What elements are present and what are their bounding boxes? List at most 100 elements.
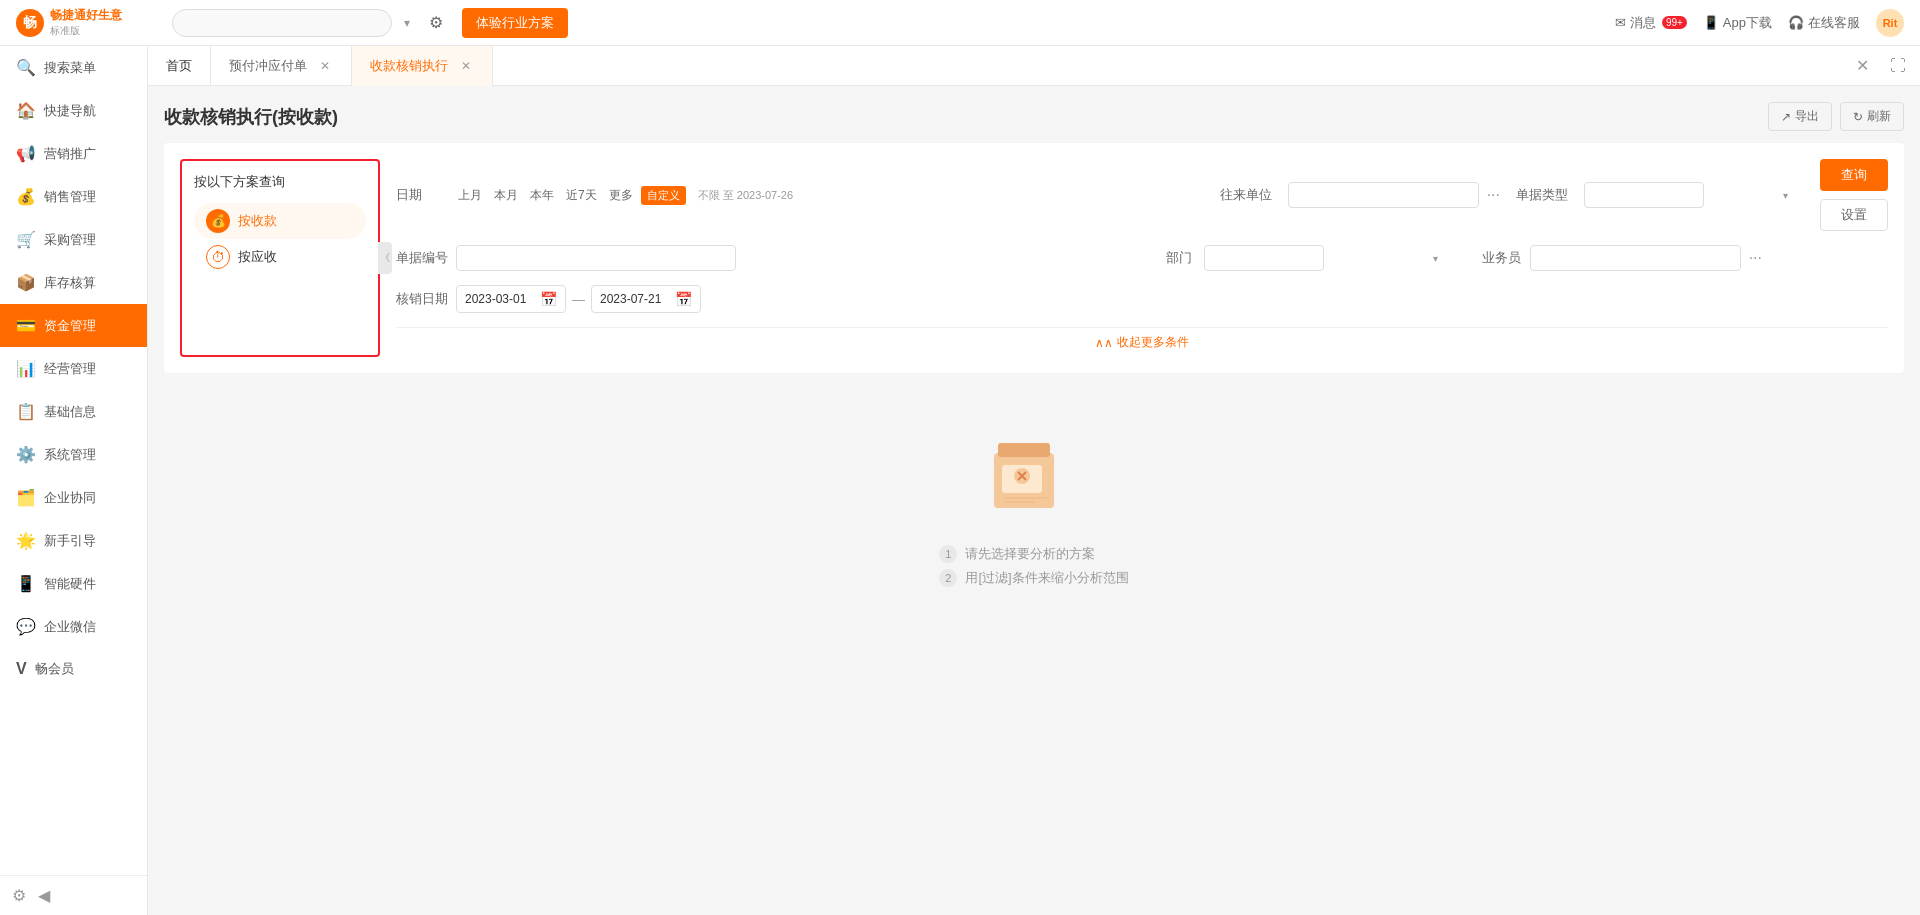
logo-name: 畅捷通好生意	[50, 7, 122, 24]
enterprise-icon: 🗂️	[16, 488, 36, 507]
sidebar-item-quick-nav[interactable]: 🏠 快捷导航	[0, 89, 147, 132]
filter-dept-field: 部门 ▾	[1166, 245, 1446, 271]
dept-select-wrapper: ▾	[1204, 245, 1446, 271]
online-service-btn[interactable]: 🎧 在线客服	[1788, 14, 1860, 32]
calendar-start-icon[interactable]: 📅	[540, 291, 557, 307]
sidebar-item-inventory[interactable]: 📦 库存核算	[0, 261, 147, 304]
docno-input[interactable]	[456, 245, 736, 271]
sidebar-item-wechat[interactable]: 💬 企业微信	[0, 605, 147, 648]
sidebar-item-sales[interactable]: 💰 销售管理	[0, 175, 147, 218]
sidebar-item-system[interactable]: ⚙️ 系统管理	[0, 433, 147, 476]
logo-badge: 标准版	[50, 24, 122, 38]
filter-docno-field: 单据编号	[396, 245, 1110, 271]
date-custom[interactable]: 自定义	[641, 186, 686, 205]
filter-staff-field: 业务员 ···	[1482, 245, 1762, 271]
tab-prepay-close[interactable]: ✕	[317, 58, 333, 74]
filter-row-3: 核销日期 2023-03-01 📅 — 2023-07-21 📅	[396, 285, 1888, 313]
main-layout: 🔍 搜索菜单 🏠 快捷导航 📢 营销推广 💰 销售管理 🛒 采购管理 📦 库存核…	[0, 46, 1920, 915]
verify-date-range: 2023-03-01 📅 — 2023-07-21 📅	[456, 285, 1888, 313]
marketing-icon: 📢	[16, 144, 36, 163]
collapse-more-btn[interactable]: ∧∧ 收起更多条件	[396, 327, 1888, 357]
date-more[interactable]: 更多	[605, 185, 637, 206]
logo: 畅 畅捷通好生意 标准版	[16, 7, 164, 38]
headset-icon: 🎧	[1788, 15, 1804, 30]
hint2-text: 用[过滤]条件来缩小分析范围	[965, 569, 1128, 587]
filter-verify-date-field: 核销日期 2023-03-01 📅 — 2023-07-21 📅	[396, 285, 1888, 313]
date-last-month[interactable]: 上月	[454, 185, 486, 206]
doctype-arrow-icon: ▾	[1783, 190, 1788, 201]
filter-doctype-field: 单据类型 ▾	[1516, 182, 1796, 208]
sidebar-label-purchase: 采购管理	[44, 231, 96, 249]
tab-expand-btn[interactable]: ⛶	[1884, 52, 1912, 80]
sidebar-settings-btn[interactable]: ⚙	[12, 886, 26, 905]
partner-dots-icon[interactable]: ···	[1487, 186, 1500, 204]
sidebar-item-operation[interactable]: 📊 经营管理	[0, 347, 147, 390]
app-download-btn[interactable]: 📱 App下载	[1703, 14, 1772, 32]
tab-receivable-label: 收款核销执行	[370, 57, 448, 75]
dept-select[interactable]	[1204, 245, 1324, 271]
query-button[interactable]: 查询	[1820, 159, 1888, 191]
filter-option-receivable-label: 按应收	[238, 248, 277, 266]
message-btn[interactable]: ✉ 消息 99+	[1615, 14, 1687, 32]
main-panel: 按以下方案查询 💰 按收款 ⏱ 按应收 《	[164, 143, 1904, 373]
sidebar-collapse-btn[interactable]: ◀	[38, 886, 50, 905]
docno-label: 单据编号	[396, 249, 448, 267]
refresh-button[interactable]: ↻ 刷新	[1840, 102, 1904, 131]
filter-partner-field: 往来单位 ···	[1220, 182, 1500, 208]
export-button[interactable]: ↗ 导出	[1768, 102, 1832, 131]
search-input[interactable]	[172, 9, 392, 37]
verify-date-start-value: 2023-03-01	[465, 292, 526, 306]
doctype-select[interactable]	[1584, 182, 1704, 208]
sidebar-item-marketing[interactable]: 📢 营销推广	[0, 132, 147, 175]
filter-row-2: 单据编号 部门 ▾	[396, 245, 1888, 271]
sidebar-item-purchase[interactable]: 🛒 采购管理	[0, 218, 147, 261]
search-box[interactable]	[172, 9, 392, 37]
sidebar-item-basic-info[interactable]: 📋 基础信息	[0, 390, 147, 433]
settings-button[interactable]: 设置	[1820, 199, 1888, 231]
industry-button[interactable]: 体验行业方案	[462, 8, 568, 38]
sidebar-item-enterprise[interactable]: 🗂️ 企业协同	[0, 476, 147, 519]
tab-home[interactable]: 首页	[148, 46, 211, 86]
tab-prepay[interactable]: 预付冲应付单 ✕	[211, 46, 352, 86]
sidebar-label-marketing: 营销推广	[44, 145, 96, 163]
partner-input[interactable]	[1288, 182, 1479, 208]
member-icon: V	[16, 660, 27, 678]
search-icon: 🔍	[16, 58, 36, 77]
gear-button[interactable]: ⚙	[422, 9, 450, 37]
sidebar: 🔍 搜索菜单 🏠 快捷导航 📢 营销推广 💰 销售管理 🛒 采购管理 📦 库存核…	[0, 46, 148, 915]
tab-receivable[interactable]: 收款核销执行 ✕	[352, 46, 493, 86]
filter-action-btns: 查询 设置	[1820, 159, 1888, 231]
sidebar-label-operation: 经营管理	[44, 360, 96, 378]
doctype-select-wrapper: ▾	[1584, 182, 1796, 208]
sidebar-item-search[interactable]: 🔍 搜索菜单	[0, 46, 147, 89]
sidebar-item-finance[interactable]: 💳 资金管理	[0, 304, 147, 347]
sidebar-item-guide[interactable]: 🌟 新手引导	[0, 519, 147, 562]
filter-option-receipt-label: 按收款	[238, 212, 277, 230]
staff-input[interactable]	[1530, 245, 1741, 271]
sidebar-label-basic-info: 基础信息	[44, 403, 96, 421]
verify-date-end-input[interactable]: 2023-07-21 📅	[591, 285, 701, 313]
filter-collapse-btn[interactable]: 《	[378, 242, 392, 274]
sidebar-item-member[interactable]: V 畅会员	[0, 648, 147, 690]
date-7days[interactable]: 近7天	[562, 185, 601, 206]
sidebar-label-sales: 销售管理	[44, 188, 96, 206]
tab-receivable-close[interactable]: ✕	[458, 58, 474, 74]
date-unlimited-text: 不限 至 2023-07-26	[698, 188, 793, 203]
user-avatar[interactable]: Rit	[1876, 9, 1904, 37]
sidebar-item-hardware[interactable]: 📱 智能硬件	[0, 562, 147, 605]
page-header-actions: ↗ 导出 ↻ 刷新	[1768, 102, 1904, 131]
filter-option-by-receipt[interactable]: 💰 按收款	[194, 203, 366, 239]
date-this-year[interactable]: 本年	[526, 185, 558, 206]
staff-dots-icon[interactable]: ···	[1749, 249, 1762, 267]
date-this-month[interactable]: 本月	[490, 185, 522, 206]
calendar-end-icon[interactable]: 📅	[675, 291, 692, 307]
sidebar-label-hardware: 智能硬件	[44, 575, 96, 593]
dropdown-icon[interactable]: ▾	[404, 16, 410, 30]
filter-option-by-receivable[interactable]: ⏱ 按应收	[194, 239, 366, 275]
filter-row-1: 日期 上月 本月 本年 近7天 更多 自定义 不限 至 2023-07-26	[396, 159, 1888, 231]
verify-date-start-input[interactable]: 2023-03-01 📅	[456, 285, 566, 313]
tab-close-all-btn[interactable]: ✕	[1848, 52, 1876, 80]
tabs-bar: 首页 预付冲应付单 ✕ 收款核销执行 ✕ ✕ ⛶	[148, 46, 1920, 86]
system-icon: ⚙️	[16, 445, 36, 464]
hint1-num: 1	[939, 545, 957, 563]
